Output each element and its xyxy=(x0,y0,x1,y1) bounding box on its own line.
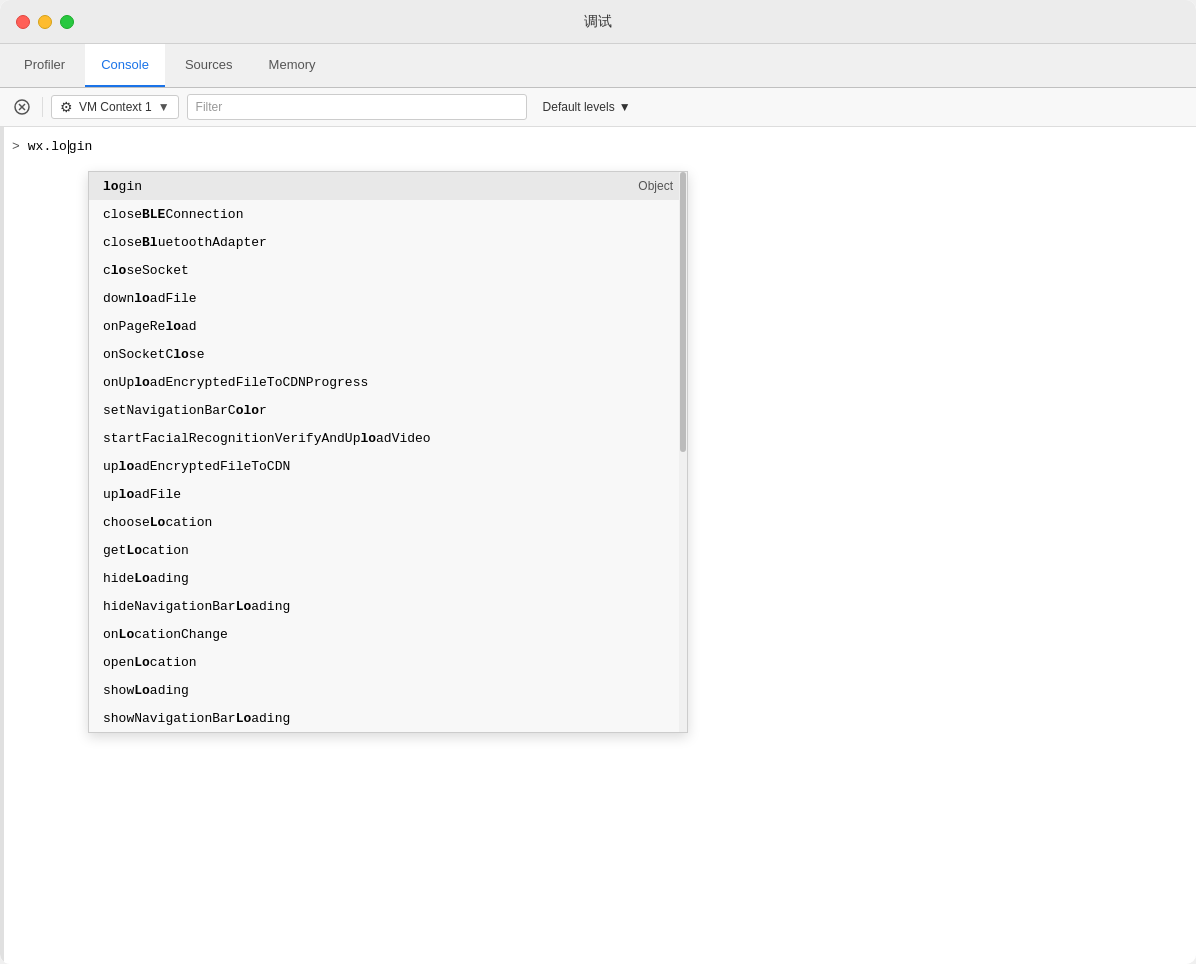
context-selector[interactable]: ⚙ VM Context 1 ▼ xyxy=(51,95,179,119)
levels-label: Default levels xyxy=(543,100,615,114)
tab-sources[interactable]: Sources xyxy=(169,44,249,87)
console-area[interactable]: > wx.login login Object closeBLEConn xyxy=(0,127,1196,964)
console-input-row: > wx.login xyxy=(0,135,1196,158)
levels-dropdown-arrow: ▼ xyxy=(619,100,631,114)
autocomplete-item-closeSocket[interactable]: closeSocket xyxy=(89,256,687,284)
autocomplete-item-closeBluetoothAdapter[interactable]: closeBluetoothAdapter xyxy=(89,228,687,256)
autocomplete-item-closeBLEConnection[interactable]: closeBLEConnection xyxy=(89,200,687,228)
console-input-text: wx.login xyxy=(28,139,92,154)
autocomplete-item-onLocationChange[interactable]: onLocationChange xyxy=(89,620,687,648)
devtools-container: Profiler Console Sources Memory xyxy=(0,44,1196,964)
autocomplete-type-login: Object xyxy=(638,179,673,193)
autocomplete-item-onSocketClose[interactable]: onSocketClose xyxy=(89,340,687,368)
toolbar: ⚙ VM Context 1 ▼ Default levels ▼ xyxy=(0,88,1196,127)
tab-memory[interactable]: Memory xyxy=(253,44,332,87)
gear-icon: ⚙ xyxy=(60,99,73,115)
clear-console-button[interactable] xyxy=(10,95,34,119)
scrollbar-thumb[interactable] xyxy=(680,172,686,452)
autocomplete-item-uploadFile[interactable]: uploadFile xyxy=(89,480,687,508)
autocomplete-item-hideNavigationBarLoading[interactable]: hideNavigationBarLoading xyxy=(89,592,687,620)
autocomplete-item-uploadEncryptedFileToCDN[interactable]: uploadEncryptedFileToCDN xyxy=(89,452,687,480)
autocomplete-item-showNavigationBarLoading[interactable]: showNavigationBarLoading xyxy=(89,704,687,732)
traffic-lights xyxy=(16,15,74,29)
context-dropdown-arrow: ▼ xyxy=(158,100,170,114)
autocomplete-dropdown: login Object closeBLEConnection closeBlu… xyxy=(88,171,688,733)
app-window: 调试 Profiler Console Sources Memory xyxy=(0,0,1196,964)
window-title: 调试 xyxy=(584,13,612,31)
autocomplete-item-login[interactable]: login Object xyxy=(89,172,687,200)
autocomplete-item-downloadFile[interactable]: downloadFile xyxy=(89,284,687,312)
toolbar-separator-1 xyxy=(42,97,43,117)
autocomplete-item-getLocation[interactable]: getLocation xyxy=(89,536,687,564)
console-input-wx: wx. xyxy=(28,139,51,154)
levels-button[interactable]: Default levels ▼ xyxy=(535,97,639,117)
clear-icon xyxy=(14,99,30,115)
console-input-lo: lo xyxy=(51,139,67,154)
autocomplete-item-setNavigationBarColor[interactable]: setNavigationBarColor xyxy=(89,396,687,424)
scrollbar-track[interactable] xyxy=(679,172,687,732)
tab-profiler[interactable]: Profiler xyxy=(8,44,81,87)
minimize-button[interactable] xyxy=(38,15,52,29)
maximize-button[interactable] xyxy=(60,15,74,29)
autocomplete-item-openLocation[interactable]: openLocation xyxy=(89,648,687,676)
autocomplete-item-startFacialRecognitionVerifyAndUploadVideo[interactable]: startFacialRecognitionVerifyAndUploadVid… xyxy=(89,424,687,452)
context-label: VM Context 1 xyxy=(79,100,152,114)
autocomplete-item-showLoading[interactable]: showLoading xyxy=(89,676,687,704)
filter-input[interactable] xyxy=(187,94,527,120)
autocomplete-item-onUploadEncryptedFileToCDNProgress[interactable]: onUploadEncryptedFileToCDNProgress xyxy=(89,368,687,396)
tabs-bar: Profiler Console Sources Memory xyxy=(0,44,1196,88)
autocomplete-item-onPageReload[interactable]: onPageReload xyxy=(89,312,687,340)
autocomplete-match-lo: lo xyxy=(103,179,119,194)
sidebar-indicator xyxy=(0,127,4,964)
autocomplete-item-hideLoading[interactable]: hideLoading xyxy=(89,564,687,592)
console-prompt: > xyxy=(12,139,20,154)
close-button[interactable] xyxy=(16,15,30,29)
title-bar: 调试 xyxy=(0,0,1196,44)
console-input-gin: gin xyxy=(69,139,92,154)
autocomplete-item-chooseLocation[interactable]: chooseLocation xyxy=(89,508,687,536)
tab-console[interactable]: Console xyxy=(85,44,165,87)
